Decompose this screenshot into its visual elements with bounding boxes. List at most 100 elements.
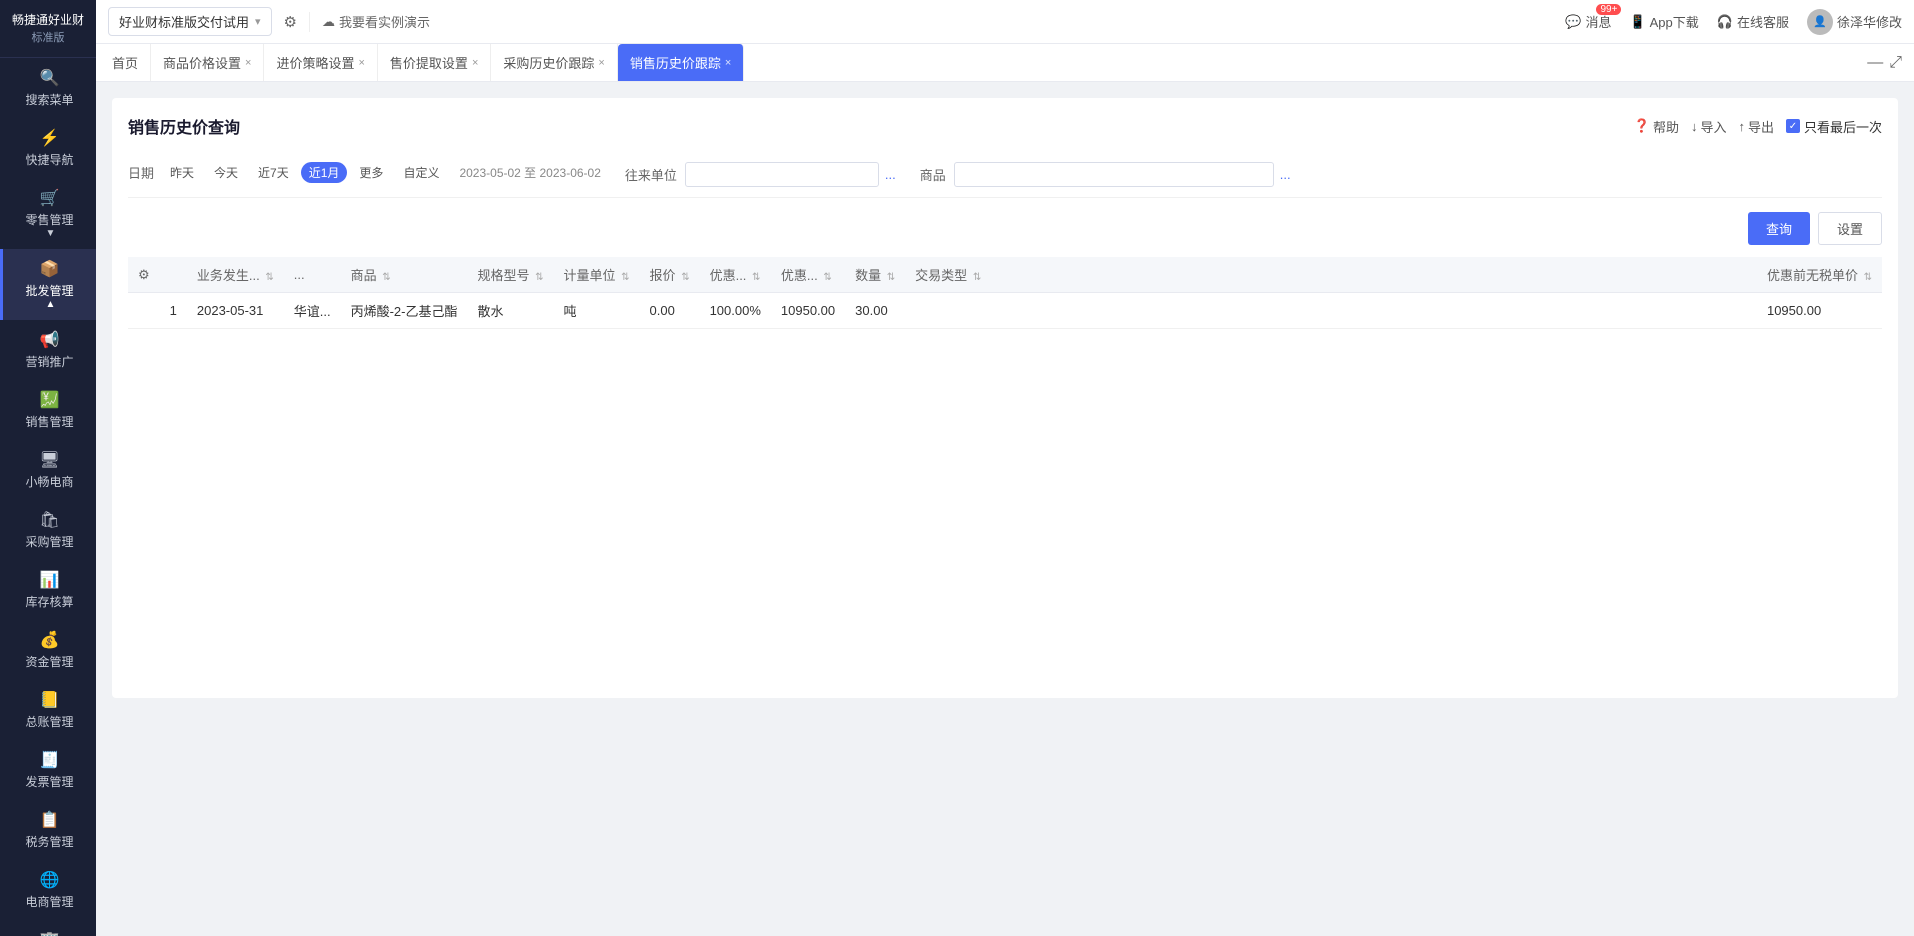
date-btn-today[interactable]: 今天: [206, 162, 246, 183]
cell-price: 0.00: [640, 293, 700, 329]
only-last-checkbox[interactable]: ✓ 只看最后一次: [1786, 117, 1882, 136]
tab-price-label: 商品价格设置: [163, 53, 241, 72]
tab-purchase-strategy[interactable]: 进价策略设置 ×: [264, 44, 377, 82]
tab-minimize-button[interactable]: —: [1867, 54, 1883, 72]
query-button[interactable]: 查询: [1748, 212, 1810, 245]
sidebar-item-tax-mgmt[interactable]: 📋 税务管理: [0, 800, 96, 860]
help-link[interactable]: ❓ 帮助: [1634, 117, 1679, 136]
topbar-gear-icon[interactable]: ⚙: [284, 13, 297, 31]
demo-link[interactable]: ☁ 我要看实例演示: [322, 12, 430, 31]
sidebar-item-marketing[interactable]: 📢 营销推广: [0, 320, 96, 380]
export-label: 导出: [1748, 117, 1774, 136]
sidebar-item-ec-mgmt[interactable]: 🌐 电商管理: [0, 860, 96, 920]
demo-label: 我要看实例演示: [339, 12, 430, 31]
col-discount1[interactable]: 优惠... ⇅: [700, 257, 771, 293]
online-service-button[interactable]: 🎧 在线客服: [1717, 12, 1789, 31]
col-spec[interactable]: 规格型号 ⇅: [467, 257, 553, 293]
col-unit[interactable]: 计量单位 ⇅: [554, 257, 640, 293]
col-spacer: [991, 257, 1757, 293]
sort-icon-spec: ⇅: [535, 272, 543, 283]
online-service-label: 在线客服: [1737, 12, 1789, 31]
purchase-icon: 🛍: [39, 510, 59, 530]
tab-sale-extract-close[interactable]: ×: [472, 57, 478, 69]
col-biz-date[interactable]: 业务发生... ⇅: [187, 257, 284, 293]
app-download-button[interactable]: 📱 App下载: [1629, 12, 1698, 31]
col-index: [160, 257, 187, 293]
sidebar-item-purchase-mgmt[interactable]: 🛍 采购管理: [0, 500, 96, 560]
cell-discount2: 10950.00: [771, 293, 845, 329]
tab-price[interactable]: 商品价格设置 ×: [151, 44, 264, 82]
user-menu[interactable]: 👤 徐泽华修改: [1807, 9, 1902, 35]
sidebar-item-invoice-mgmt[interactable]: 🧾 发票管理: [0, 740, 96, 800]
partner-more-icon[interactable]: ...: [885, 167, 896, 182]
sidebar-item-label: 发票管理: [25, 773, 73, 790]
import-link[interactable]: ↓ 导入: [1691, 117, 1727, 136]
table-gear-icon[interactable]: ⚙: [138, 267, 150, 282]
export-link[interactable]: ↑ 导出: [1738, 117, 1774, 136]
tab-purchase-history-close[interactable]: ×: [598, 57, 604, 69]
sidebar-item-inventory[interactable]: 📊 库存核算: [0, 560, 96, 620]
filter-area: 日期 昨天 今天 近7天 近1月 更多 自定义 2023-05-02 至 202…: [128, 152, 1882, 198]
col-price[interactable]: 报价 ⇅: [640, 257, 700, 293]
col-pretax-price[interactable]: 优惠前无税单价 ⇅: [1757, 257, 1882, 293]
sidebar-item-fixed-assets[interactable]: 🏢 固定资产: [0, 920, 96, 936]
sidebar-item-quick-nav[interactable]: ⚡ 快捷导航: [0, 118, 96, 178]
sidebar: 畅捷通好业财 标准版 🔍 搜索菜单 ⚡ 快捷导航 🛒 零售管理 ▼ 📦 批发管理…: [0, 0, 96, 936]
tab-purchase-strategy-close[interactable]: ×: [358, 57, 364, 69]
tab-home[interactable]: 首页: [108, 44, 151, 82]
tab-price-close[interactable]: ×: [245, 57, 251, 69]
version-label: 好业财标准版交付试用: [119, 12, 249, 31]
tab-sale-extract[interactable]: 售价提取设置 ×: [378, 44, 491, 82]
sidebar-item-retail-mgmt[interactable]: 🛒 零售管理 ▼: [0, 178, 96, 249]
partner-input[interactable]: [685, 162, 879, 187]
version-select[interactable]: 好业财标准版交付试用 ▾: [108, 7, 272, 36]
date-btn-more[interactable]: 更多: [351, 162, 391, 183]
sidebar-item-wholesale-mgmt[interactable]: 📦 批发管理 ▲: [0, 249, 96, 320]
sidebar-item-label: 营销推广: [25, 353, 73, 370]
action-row: 查询 设置: [128, 212, 1882, 245]
tab-purchase-strategy-label: 进价策略设置: [276, 53, 354, 72]
ec-mgmt-icon: 🌐: [40, 870, 60, 890]
app-download-label: App下载: [1650, 12, 1699, 31]
sort-icon-discount1: ⇅: [752, 272, 760, 283]
cell-pretax-price: 10950.00: [1757, 293, 1882, 329]
date-btn-1month[interactable]: 近1月: [301, 162, 348, 183]
col-settings[interactable]: ⚙: [128, 257, 160, 293]
sidebar-item-general-ledger[interactable]: 📒 总账管理: [0, 680, 96, 740]
col-more[interactable]: ...: [284, 257, 341, 293]
date-btn-yesterday[interactable]: 昨天: [162, 162, 202, 183]
goods-label: 商品: [920, 165, 946, 184]
sidebar-item-label: 零售管理: [25, 211, 73, 228]
sidebar-item-search[interactable]: 🔍 搜索菜单: [0, 58, 96, 118]
settings-button[interactable]: 设置: [1818, 212, 1882, 245]
tab-expand-button[interactable]: ⤢: [1889, 54, 1902, 72]
tab-purchase-history[interactable]: 采购历史价跟踪 ×: [491, 44, 617, 82]
chevron-up-icon: ▲: [46, 299, 56, 310]
ec-icon: 🖥: [39, 450, 59, 470]
col-qty[interactable]: 数量 ⇅: [845, 257, 905, 293]
goods-more-icon[interactable]: ...: [1280, 167, 1291, 182]
tab-sale-extract-label: 售价提取设置: [390, 53, 468, 72]
tab-home-label: 首页: [112, 53, 138, 72]
tab-sale-history[interactable]: 销售历史价跟踪 ×: [618, 44, 744, 82]
topbar: 好业财标准版交付试用 ▾ ⚙ ☁ 我要看实例演示 💬 消息 99+ 📱 App下…: [96, 0, 1914, 44]
cell-discount1: 100.00%: [700, 293, 771, 329]
wholesale-icon: 📦: [40, 259, 60, 279]
tab-sale-history-close[interactable]: ×: [725, 57, 731, 69]
partner-input-wrap: ...: [685, 162, 896, 187]
sidebar-item-xiaochang-ec[interactable]: 🖥 小畅电商: [0, 440, 96, 500]
col-goods[interactable]: 商品 ⇅: [341, 257, 468, 293]
message-button[interactable]: 💬 消息 99+: [1565, 12, 1611, 31]
main-content: 好业财标准版交付试用 ▾ ⚙ ☁ 我要看实例演示 💬 消息 99+ 📱 App下…: [96, 0, 1914, 936]
date-btn-7days[interactable]: 近7天: [250, 162, 297, 183]
table-row[interactable]: 1 2023-05-31 华谊... 丙烯酸-2-乙基己酯 散水 吨 0.00 …: [128, 293, 1882, 329]
sidebar-item-fund-mgmt[interactable]: 💰 资金管理: [0, 620, 96, 680]
page-area: 销售历史价查询 ❓ 帮助 ↓ 导入 ↑ 导出 ✓: [96, 82, 1914, 936]
goods-input-wrap: ...: [954, 162, 1291, 187]
col-discount2[interactable]: 优惠... ⇅: [771, 257, 845, 293]
sidebar-item-sales-mgmt[interactable]: 💹 销售管理: [0, 380, 96, 440]
goods-input[interactable]: [954, 162, 1274, 187]
sidebar-logo: 畅捷通好业财 标准版: [0, 0, 96, 58]
col-trade-type[interactable]: 交易类型 ⇅: [905, 257, 991, 293]
date-btn-custom[interactable]: 自定义: [395, 162, 447, 183]
